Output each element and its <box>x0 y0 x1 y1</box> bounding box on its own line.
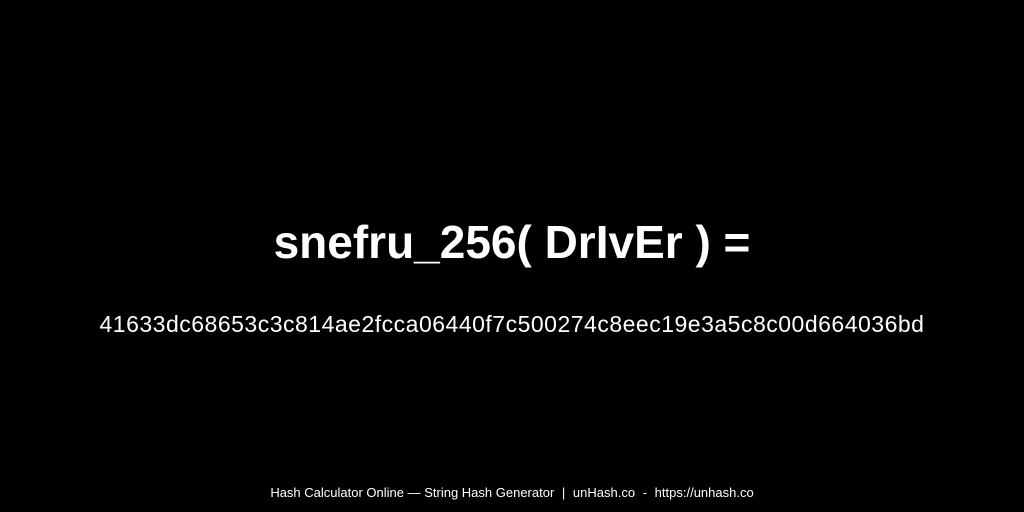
footer: Hash Calculator Online — String Hash Gen… <box>0 485 1024 500</box>
hash-expression: snefru_256( DrIvEr ) = <box>274 215 751 269</box>
footer-separator-2: - <box>643 485 647 500</box>
footer-separator: | <box>562 485 565 500</box>
hash-result: 41633dc68653c3c814ae2fcca06440f7c500274c… <box>100 311 925 338</box>
footer-site-name: unHash.co <box>573 485 635 500</box>
footer-title: Hash Calculator Online — String Hash Gen… <box>270 485 554 500</box>
main-content: snefru_256( DrIvEr ) = 41633dc68653c3c81… <box>0 0 1024 512</box>
footer-url: https://unhash.co <box>655 485 754 500</box>
